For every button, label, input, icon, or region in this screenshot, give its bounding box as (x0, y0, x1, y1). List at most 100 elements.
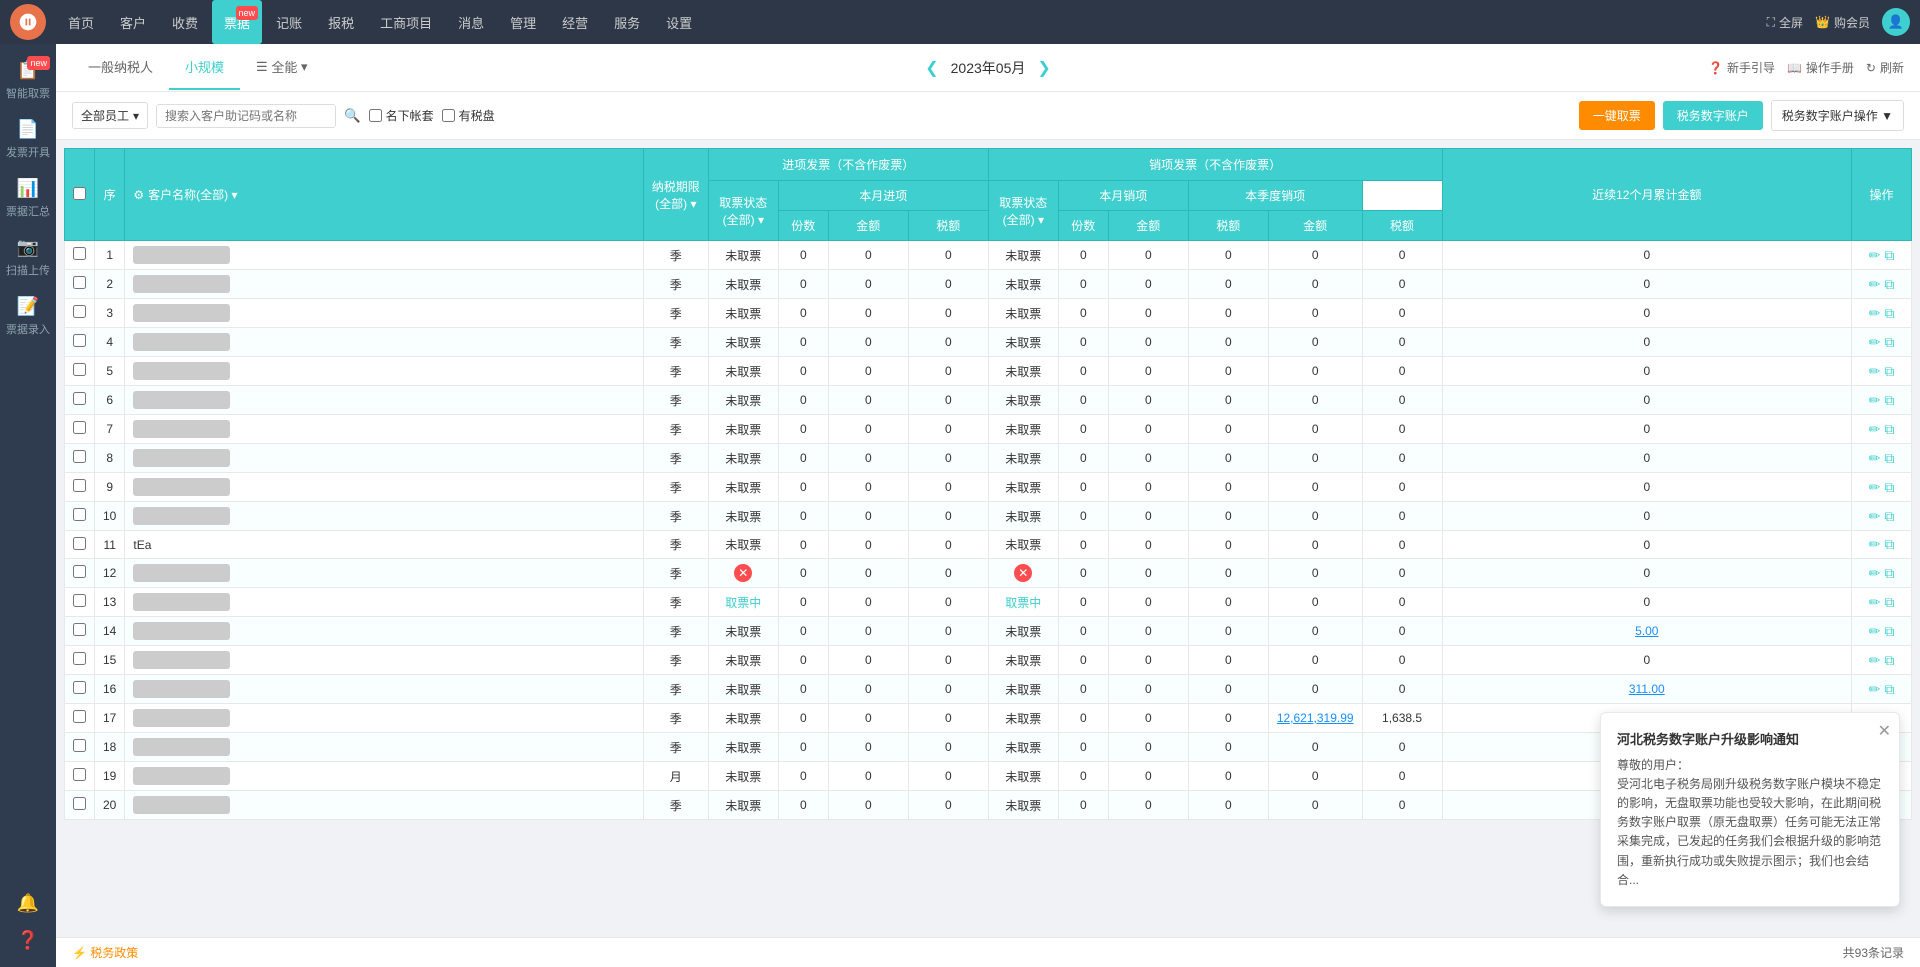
logo[interactable] (10, 4, 46, 40)
sidebar-item-scan-upload[interactable]: 📷 扫描上传 (2, 229, 54, 286)
sidebar-item-invoice-open[interactable]: 📄 发票开具 (2, 111, 54, 168)
row-checkbox[interactable] (73, 623, 86, 636)
row-checkbox[interactable] (73, 652, 86, 665)
copy-icon[interactable]: ⧉ (1884, 479, 1894, 496)
row-checkbox[interactable] (73, 305, 86, 318)
row-checkbox[interactable] (73, 768, 86, 781)
row-checkbox[interactable] (73, 739, 86, 752)
row-checkbox[interactable] (73, 421, 86, 434)
refresh-button[interactable]: ↻ 刷新 (1866, 59, 1904, 76)
copy-icon[interactable]: ⧉ (1884, 363, 1894, 380)
nav-business[interactable]: 工商项目 (368, 0, 444, 44)
nav-settings[interactable]: 设置 (654, 0, 704, 44)
nav-bookkeeping[interactable]: 记账 (264, 0, 314, 44)
copy-icon[interactable]: ⧉ (1884, 305, 1894, 322)
edit-icon[interactable]: ✏ (1869, 594, 1881, 611)
row-checkbox[interactable] (73, 247, 86, 260)
sidebar-help-icon[interactable]: ❓ (17, 930, 39, 951)
client-name-cell[interactable]: ██████████ (125, 415, 643, 444)
row-checkbox[interactable] (73, 363, 86, 376)
sidebar-item-smart-invoice[interactable]: 📋 智能取票 new (2, 52, 54, 109)
copy-icon[interactable]: ⧉ (1884, 450, 1894, 467)
prev-month-arrow[interactable]: ❮ (925, 58, 938, 78)
client-name-cell[interactable]: ██████████ (125, 588, 643, 617)
client-name-cell[interactable]: ██████████ (125, 357, 643, 386)
client-name-cell[interactable]: ██████████ (125, 270, 643, 299)
copy-icon[interactable]: ⧉ (1884, 536, 1894, 553)
nav-tax[interactable]: 报税 (316, 0, 366, 44)
edit-icon[interactable]: ✏ (1869, 623, 1881, 640)
copy-icon[interactable]: ⧉ (1884, 247, 1894, 264)
nav-client[interactable]: 客户 (108, 0, 158, 44)
row-checkbox[interactable] (73, 797, 86, 810)
copy-icon[interactable]: ⧉ (1884, 508, 1894, 525)
nav-manage[interactable]: 管理 (498, 0, 548, 44)
th-period[interactable]: 纳税期限(全部) ▾ (643, 149, 708, 241)
client-name-cell[interactable]: ██████████ (125, 328, 643, 357)
checkbox-has-tax-disk-input[interactable] (442, 109, 455, 122)
manual-link[interactable]: 📖 操作手册 (1787, 59, 1854, 76)
search-input[interactable] (156, 104, 336, 128)
row-checkbox[interactable] (73, 681, 86, 694)
copy-icon[interactable]: ⧉ (1884, 421, 1894, 438)
row-checkbox[interactable] (73, 276, 86, 289)
client-name-cell[interactable]: ██████████ (125, 444, 643, 473)
one-click-fetch-button[interactable]: 一键取票 (1579, 101, 1655, 130)
client-name-cell[interactable]: ██████████ (125, 704, 643, 733)
client-name-cell[interactable]: ██████████ (125, 762, 643, 791)
tab-small-scale[interactable]: 小规模 (169, 46, 240, 90)
row-checkbox[interactable] (73, 479, 86, 492)
client-name-cell[interactable]: ██████████ (125, 617, 643, 646)
client-name-cell[interactable]: ██████████ (125, 473, 643, 502)
edit-icon[interactable]: ✏ (1869, 334, 1881, 351)
client-name-cell[interactable]: ██████████ (125, 675, 643, 704)
next-month-arrow[interactable]: ❯ (1037, 58, 1050, 78)
row-checkbox[interactable] (73, 537, 86, 550)
edit-icon[interactable]: ✏ (1869, 305, 1881, 322)
copy-icon[interactable]: ⧉ (1884, 652, 1894, 669)
row-checkbox[interactable] (73, 508, 86, 521)
employee-select[interactable]: 全部员工 ▾ (72, 102, 148, 129)
copy-icon[interactable]: ⧉ (1884, 681, 1894, 698)
new-guide-link[interactable]: ❓ 新手引导 (1708, 59, 1775, 76)
edit-icon[interactable]: ✏ (1869, 392, 1881, 409)
checkbox-my-accounts[interactable]: 名下帐套 (369, 107, 434, 124)
nav-fee[interactable]: 收费 (160, 0, 210, 44)
sidebar-item-invoice-entry[interactable]: 📝 票据录入 (2, 288, 54, 345)
last12-amount[interactable]: 5.00 (1635, 624, 1658, 638)
edit-icon[interactable]: ✏ (1869, 565, 1881, 582)
last12-amount[interactable]: 311.00 (1629, 682, 1665, 696)
row-checkbox[interactable] (73, 594, 86, 607)
quarter-amount[interactable]: 12,621,319.99 (1277, 711, 1354, 725)
digital-account-button[interactable]: 税务数字账户 (1663, 101, 1763, 130)
copy-icon[interactable]: ⧉ (1884, 594, 1894, 611)
tab-all[interactable]: ☰ 全能 ▾ (240, 46, 323, 90)
copy-icon[interactable]: ⧉ (1884, 334, 1894, 351)
edit-icon[interactable]: ✏ (1869, 450, 1881, 467)
digital-account-ops-button[interactable]: 税务数字账户操作 ▼ (1771, 100, 1904, 131)
th-in-status[interactable]: 取票状态(全部) ▾ (708, 181, 778, 241)
client-name-cell[interactable]: ██████████ (125, 241, 643, 270)
search-button[interactable]: 🔍 (344, 108, 361, 124)
edit-icon[interactable]: ✏ (1869, 363, 1881, 380)
sidebar-item-invoice-summary[interactable]: 📊 票据汇总 (2, 170, 54, 227)
th-out-status[interactable]: 取票状态(全部) ▾ (988, 181, 1058, 241)
client-name-cell[interactable]: tEa (125, 531, 643, 559)
sidebar-bell-icon[interactable]: 🔔 (17, 893, 39, 914)
client-name-cell[interactable]: ██████████ (125, 733, 643, 762)
edit-icon[interactable]: ✏ (1869, 421, 1881, 438)
client-name-cell[interactable]: ██████████ (125, 386, 643, 415)
fullscreen-button[interactable]: ⛶ 全屏 (1767, 14, 1803, 31)
row-checkbox[interactable] (73, 334, 86, 347)
nav-operation[interactable]: 经营 (550, 0, 600, 44)
client-name-cell[interactable]: ██████████ (125, 559, 643, 588)
tax-policy-link[interactable]: ⚡ 税务政策 (72, 944, 138, 961)
nav-home[interactable]: 首页 (56, 0, 106, 44)
member-button[interactable]: 👑 购会员 (1815, 14, 1870, 31)
select-all-checkbox[interactable] (73, 187, 86, 200)
avatar[interactable]: 👤 (1882, 8, 1910, 36)
nav-message[interactable]: 消息 (446, 0, 496, 44)
tab-general-taxpayer[interactable]: 一般纳税人 (72, 46, 169, 90)
edit-icon[interactable]: ✏ (1869, 508, 1881, 525)
copy-icon[interactable]: ⧉ (1884, 623, 1894, 640)
